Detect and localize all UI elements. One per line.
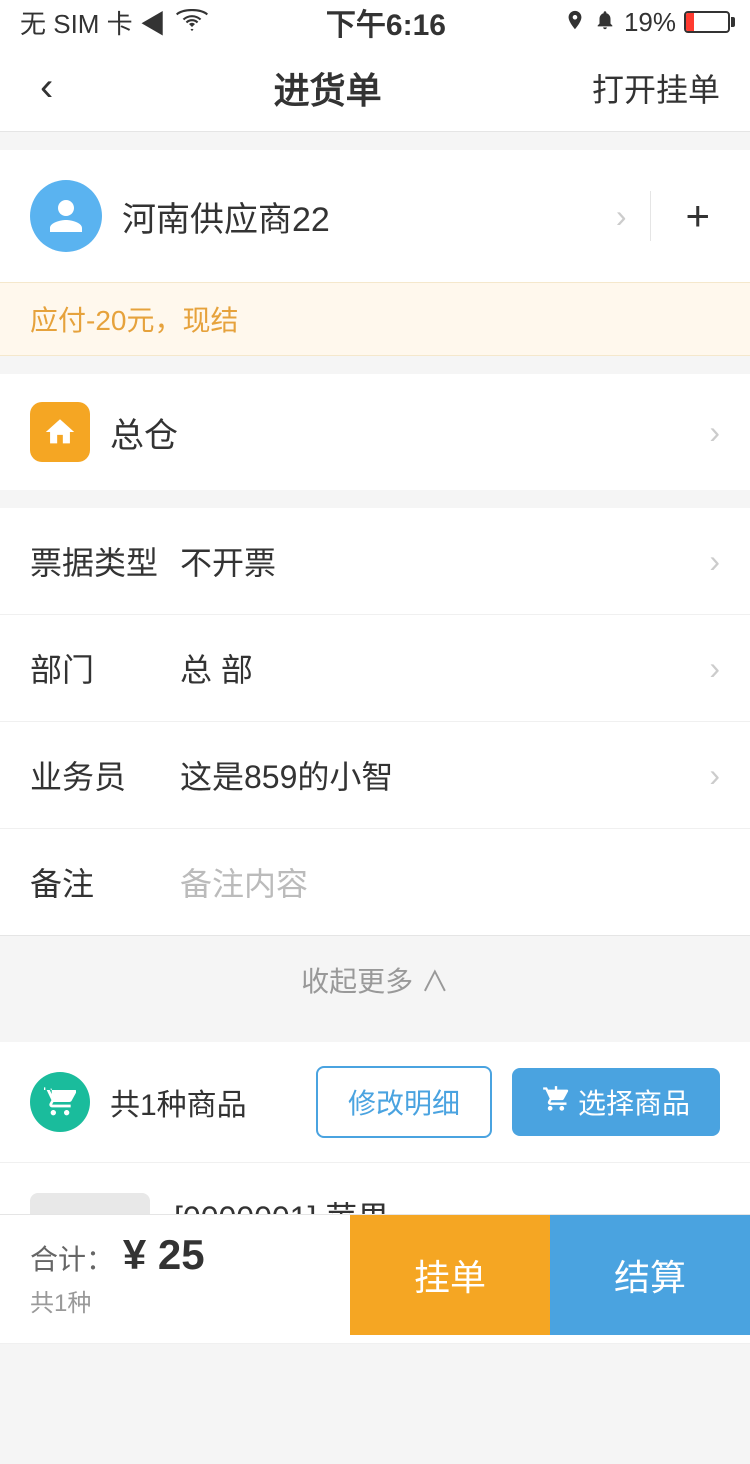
department-chevron-icon: › [709, 650, 720, 687]
warehouse-chevron-icon: › [709, 414, 720, 451]
products-header: 共1种商品 修改明细 选择商品 [0, 1042, 750, 1163]
back-button[interactable]: ‹ [30, 55, 63, 120]
nav-bar: ‹ 进货单 打开挂单 [0, 44, 750, 132]
remark-label: 备注 [30, 859, 170, 905]
status-left: 无 SIM 卡 ◀ [20, 4, 208, 41]
status-right: 19% [564, 7, 730, 38]
bottom-total: 合计： ¥ 25 共1种 [0, 1231, 350, 1318]
collapse-label: 收起更多 ∧ [301, 966, 449, 997]
salesperson-chevron-icon: › [709, 757, 720, 794]
alarm-icon [594, 7, 616, 38]
location-icon [564, 7, 586, 38]
total-label: 合计： [30, 1244, 114, 1275]
products-count: 共1种商品 [110, 1080, 296, 1124]
select-product-button[interactable]: 选择商品 [512, 1068, 720, 1136]
cart-icon [542, 1085, 570, 1120]
select-product-label: 选择商品 [578, 1082, 690, 1122]
salesperson-row[interactable]: 业务员 这是859的小智 › [0, 722, 750, 829]
supplier-row[interactable]: 河南供应商22 › + [0, 150, 750, 282]
warehouse-section: 总仓 › [0, 374, 750, 490]
status-time: 下午6:16 [326, 0, 446, 44]
invoice-type-row[interactable]: 票据类型 不开票 › [0, 508, 750, 615]
supplier-avatar [30, 180, 102, 252]
invoice-type-value: 不开票 [180, 538, 709, 584]
total-sub: 共1种 [30, 1283, 320, 1318]
remark-input[interactable]: 备注内容 [180, 859, 720, 905]
add-supplier-button[interactable]: + [675, 192, 720, 240]
warehouse-row[interactable]: 总仓 › [0, 374, 750, 490]
department-label: 部门 [30, 645, 170, 691]
department-value: 总 部 [180, 645, 709, 691]
battery-percent: 19% [624, 7, 676, 38]
supplier-notice: 应付-20元，现结 [0, 282, 750, 356]
supplier-chevron-icon: › [616, 198, 627, 235]
divider [650, 191, 651, 241]
invoice-chevron-icon: › [709, 543, 720, 580]
battery-icon [684, 11, 730, 33]
supplier-name: 河南供应商22 [122, 192, 616, 241]
open-pending-button[interactable]: 打开挂单 [592, 65, 720, 111]
bottom-bar: 合计： ¥ 25 共1种 挂单 结算 [0, 1214, 750, 1334]
collapse-row[interactable]: 收起更多 ∧ [0, 935, 750, 1024]
page-title: 进货单 [274, 62, 382, 114]
hang-order-button[interactable]: 挂单 [350, 1215, 550, 1335]
warehouse-icon [30, 402, 90, 462]
settle-button[interactable]: 结算 [550, 1215, 750, 1335]
salesperson-label: 业务员 [30, 752, 170, 798]
salesperson-value: 这是859的小智 [180, 752, 709, 798]
edit-detail-button[interactable]: 修改明细 [316, 1066, 492, 1138]
warehouse-name: 总仓 [110, 408, 709, 457]
invoice-type-label: 票据类型 [30, 538, 170, 584]
status-bar: 无 SIM 卡 ◀ 下午6:16 19% [0, 0, 750, 44]
department-row[interactable]: 部门 总 部 › [0, 615, 750, 722]
total-amount: ¥ 25 [123, 1231, 205, 1278]
sim-status: 无 SIM 卡 ◀ [20, 4, 166, 41]
remark-row[interactable]: 备注 备注内容 [0, 829, 750, 935]
products-icon [30, 1072, 90, 1132]
supplier-section: 河南供应商22 › + 应付-20元，现结 [0, 150, 750, 356]
wifi-icon [176, 7, 208, 38]
form-section: 票据类型 不开票 › 部门 总 部 › 业务员 这是859的小智 › 备注 备注… [0, 508, 750, 935]
